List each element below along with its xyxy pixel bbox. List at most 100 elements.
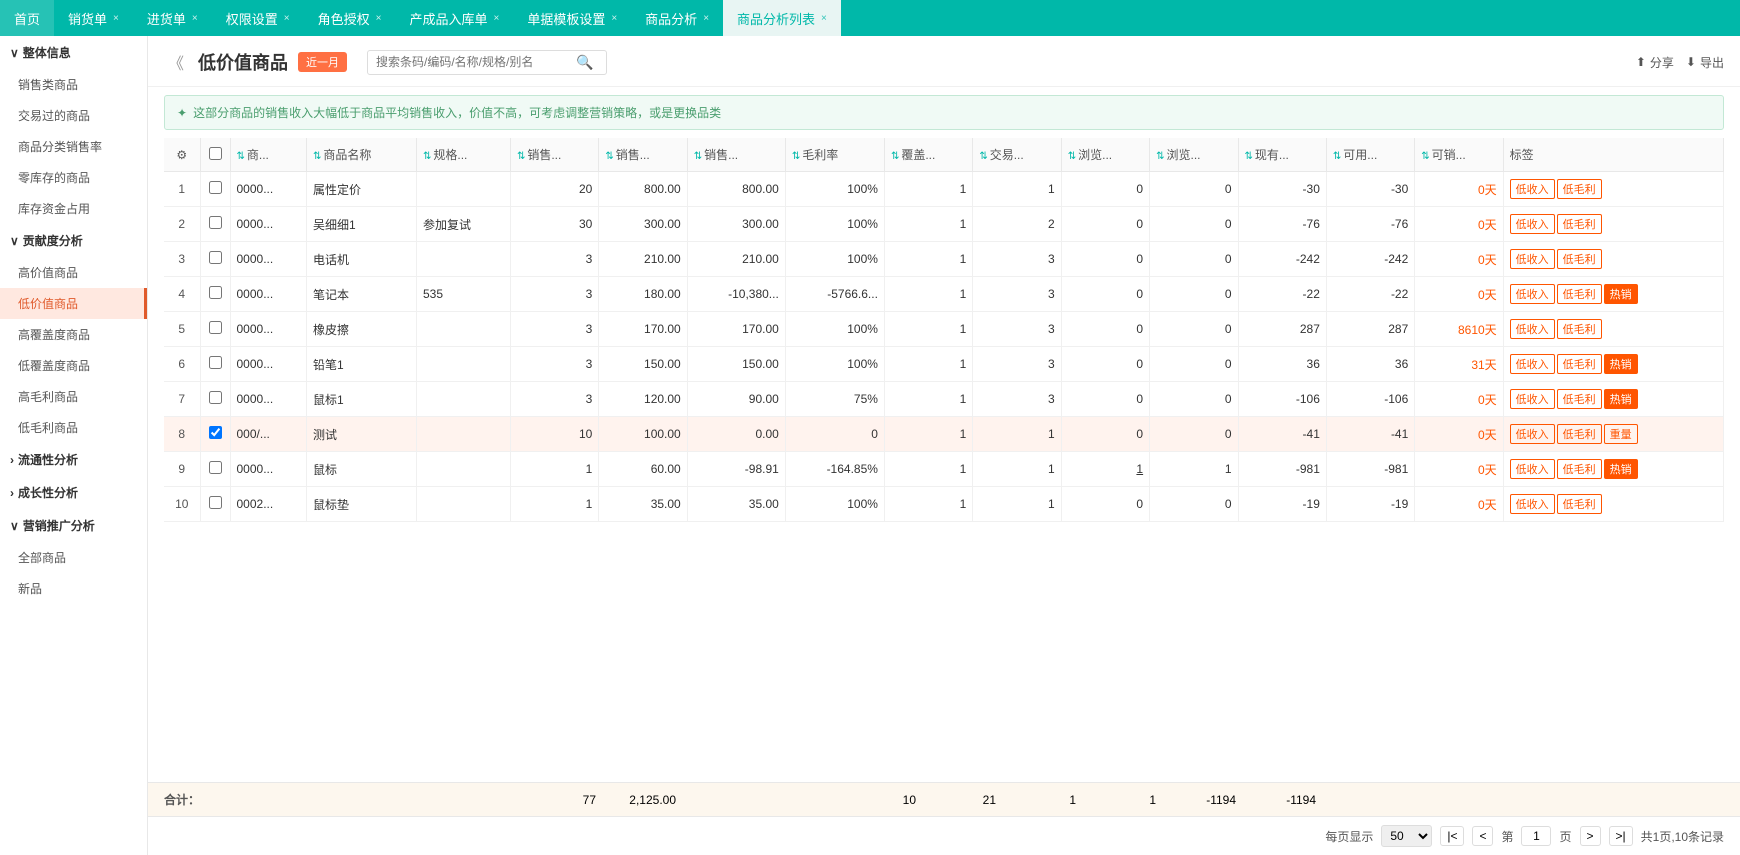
sidebar-item-low-margin[interactable]: 低毛利商品 bbox=[0, 412, 147, 443]
row-name: 铅笔1 bbox=[307, 347, 417, 382]
row-select-checkbox[interactable] bbox=[209, 391, 222, 404]
col-name[interactable]: ⇅商品名称 bbox=[307, 138, 417, 172]
row-checkbox[interactable] bbox=[200, 382, 230, 417]
row-checkbox[interactable] bbox=[200, 452, 230, 487]
row-sales2: 170.00 bbox=[599, 312, 687, 347]
close-icon[interactable]: × bbox=[284, 13, 290, 24]
close-icon[interactable]: × bbox=[113, 13, 119, 24]
row-tags: 低收入低毛利 bbox=[1503, 242, 1723, 277]
sidebar-item-traded-products[interactable]: 交易过的商品 bbox=[0, 100, 147, 131]
sidebar-item-low-value[interactable]: 低价值商品 bbox=[0, 288, 147, 319]
sidebar-item-zero-stock[interactable]: 零库存的商品 bbox=[0, 162, 147, 193]
sidebar-item-capital-occupation[interactable]: 库存资金占用 bbox=[0, 193, 147, 224]
sidebar-section-marketing[interactable]: ∨ 营销推广分析 bbox=[0, 509, 147, 542]
row-browse1[interactable]: 0 bbox=[1061, 277, 1149, 312]
row-checkbox[interactable] bbox=[200, 312, 230, 347]
row-browse1[interactable]: 0 bbox=[1061, 207, 1149, 242]
col-checkbox[interactable] bbox=[200, 138, 230, 172]
nav-template-settings[interactable]: 单据模板设置 × bbox=[513, 0, 631, 36]
row-checkbox[interactable] bbox=[200, 417, 230, 452]
row-select-checkbox[interactable] bbox=[209, 461, 222, 474]
row-select-checkbox[interactable] bbox=[209, 426, 222, 439]
nav-home[interactable]: 首页 bbox=[0, 0, 54, 36]
col-gross-rate[interactable]: ⇅毛利率 bbox=[785, 138, 884, 172]
share-btn[interactable]: ⬆ 分享 bbox=[1636, 54, 1674, 71]
sidebar-item-new-products[interactable]: 新品 bbox=[0, 573, 147, 604]
close-icon[interactable]: × bbox=[376, 13, 382, 24]
sidebar-item-category-sales-rate[interactable]: 商品分类销售率 bbox=[0, 131, 147, 162]
col-sales3[interactable]: ⇅销售... bbox=[687, 138, 785, 172]
sidebar-section-overall[interactable]: ∨ 整体信息 bbox=[0, 36, 147, 69]
row-browse1[interactable]: 0 bbox=[1061, 312, 1149, 347]
col-sales1[interactable]: ⇅销售... bbox=[510, 138, 598, 172]
nav-purchase-order[interactable]: 进货单 × bbox=[133, 0, 212, 36]
col-settings[interactable]: ⚙ bbox=[164, 138, 200, 172]
col-browse2[interactable]: ⇅浏览... bbox=[1150, 138, 1238, 172]
first-page-btn[interactable]: |< bbox=[1440, 826, 1464, 846]
tag-label: 低毛利 bbox=[1557, 284, 1602, 304]
nav-finished-goods[interactable]: 产成品入库单 × bbox=[395, 0, 513, 36]
filter-recent-month-btn[interactable]: 近一月 bbox=[298, 52, 347, 72]
col-code[interactable]: ⇅商... bbox=[230, 138, 307, 172]
nav-product-analysis-list[interactable]: 商品分析列表 × bbox=[723, 0, 841, 36]
sidebar-collapse-btn[interactable]: 《 bbox=[164, 46, 188, 78]
sidebar-item-sales-products[interactable]: 销售类商品 bbox=[0, 69, 147, 100]
last-page-btn[interactable]: >| bbox=[1609, 826, 1633, 846]
per-page-select[interactable]: 50 100 200 bbox=[1381, 825, 1432, 847]
col-coverage[interactable]: ⇅覆盖... bbox=[884, 138, 972, 172]
sidebar-item-low-coverage[interactable]: 低覆盖度商品 bbox=[0, 350, 147, 381]
row-checkbox[interactable] bbox=[200, 207, 230, 242]
row-checkbox[interactable] bbox=[200, 347, 230, 382]
nav-permission[interactable]: 权限设置 × bbox=[212, 0, 304, 36]
close-icon[interactable]: × bbox=[611, 13, 617, 24]
row-select-checkbox[interactable] bbox=[209, 251, 222, 264]
close-icon[interactable]: × bbox=[703, 13, 709, 24]
select-all-checkbox[interactable] bbox=[209, 147, 222, 160]
row-select-checkbox[interactable] bbox=[209, 321, 222, 334]
search-icon[interactable]: 🔍 bbox=[576, 54, 593, 71]
row-browse1[interactable]: 0 bbox=[1061, 347, 1149, 382]
nav-role-auth[interactable]: 角色授权 × bbox=[304, 0, 396, 36]
sidebar-item-high-coverage[interactable]: 高覆盖度商品 bbox=[0, 319, 147, 350]
row-checkbox[interactable] bbox=[200, 172, 230, 207]
export-btn[interactable]: ⬇ 导出 bbox=[1686, 54, 1724, 71]
row-select-checkbox[interactable] bbox=[209, 216, 222, 229]
prev-page-btn[interactable]: < bbox=[1472, 826, 1493, 846]
col-spec[interactable]: ⇅规格... bbox=[416, 138, 510, 172]
sidebar-item-high-margin[interactable]: 高毛利商品 bbox=[0, 381, 147, 412]
sidebar-section-contribution[interactable]: ∨ 贡献度分析 bbox=[0, 224, 147, 257]
search-input[interactable] bbox=[376, 55, 576, 69]
row-select-checkbox[interactable] bbox=[209, 496, 222, 509]
row-browse1[interactable]: 1 bbox=[1061, 452, 1149, 487]
sidebar-item-high-value[interactable]: 高价值商品 bbox=[0, 257, 147, 288]
next-page-btn[interactable]: > bbox=[1580, 826, 1601, 846]
row-browse1[interactable]: 0 bbox=[1061, 417, 1149, 452]
row-browse1[interactable]: 0 bbox=[1061, 172, 1149, 207]
col-browse1[interactable]: ⇅浏览... bbox=[1061, 138, 1149, 172]
row-select-checkbox[interactable] bbox=[209, 356, 222, 369]
page-input[interactable] bbox=[1521, 826, 1551, 846]
row-select-checkbox[interactable] bbox=[209, 286, 222, 299]
table-row: 40000...笔记本5353180.00-10,380...-5766.6..… bbox=[164, 277, 1724, 312]
row-select-checkbox[interactable] bbox=[209, 181, 222, 194]
sidebar-item-all-products[interactable]: 全部商品 bbox=[0, 542, 147, 573]
close-icon[interactable]: × bbox=[821, 13, 827, 24]
footer-label: 合计： bbox=[164, 791, 200, 808]
close-icon[interactable]: × bbox=[493, 13, 499, 24]
sidebar-section-circulation[interactable]: › 流通性分析 bbox=[0, 443, 147, 476]
sidebar-section-growth[interactable]: › 成长性分析 bbox=[0, 476, 147, 509]
row-browse1[interactable]: 0 bbox=[1061, 242, 1149, 277]
row-checkbox[interactable] bbox=[200, 242, 230, 277]
row-browse1[interactable]: 0 bbox=[1061, 382, 1149, 417]
row-browse1[interactable]: 0 bbox=[1061, 487, 1149, 522]
nav-product-analysis[interactable]: 商品分析 × bbox=[631, 0, 723, 36]
close-icon[interactable]: × bbox=[192, 13, 198, 24]
col-stock1[interactable]: ⇅现有... bbox=[1238, 138, 1326, 172]
col-saledays[interactable]: ⇅可销... bbox=[1415, 138, 1503, 172]
col-stock2[interactable]: ⇅可用... bbox=[1326, 138, 1414, 172]
col-sales2[interactable]: ⇅销售... bbox=[599, 138, 687, 172]
row-checkbox[interactable] bbox=[200, 277, 230, 312]
col-trade[interactable]: ⇅交易... bbox=[973, 138, 1061, 172]
row-checkbox[interactable] bbox=[200, 487, 230, 522]
nav-sales-order[interactable]: 销货单 × bbox=[54, 0, 133, 36]
